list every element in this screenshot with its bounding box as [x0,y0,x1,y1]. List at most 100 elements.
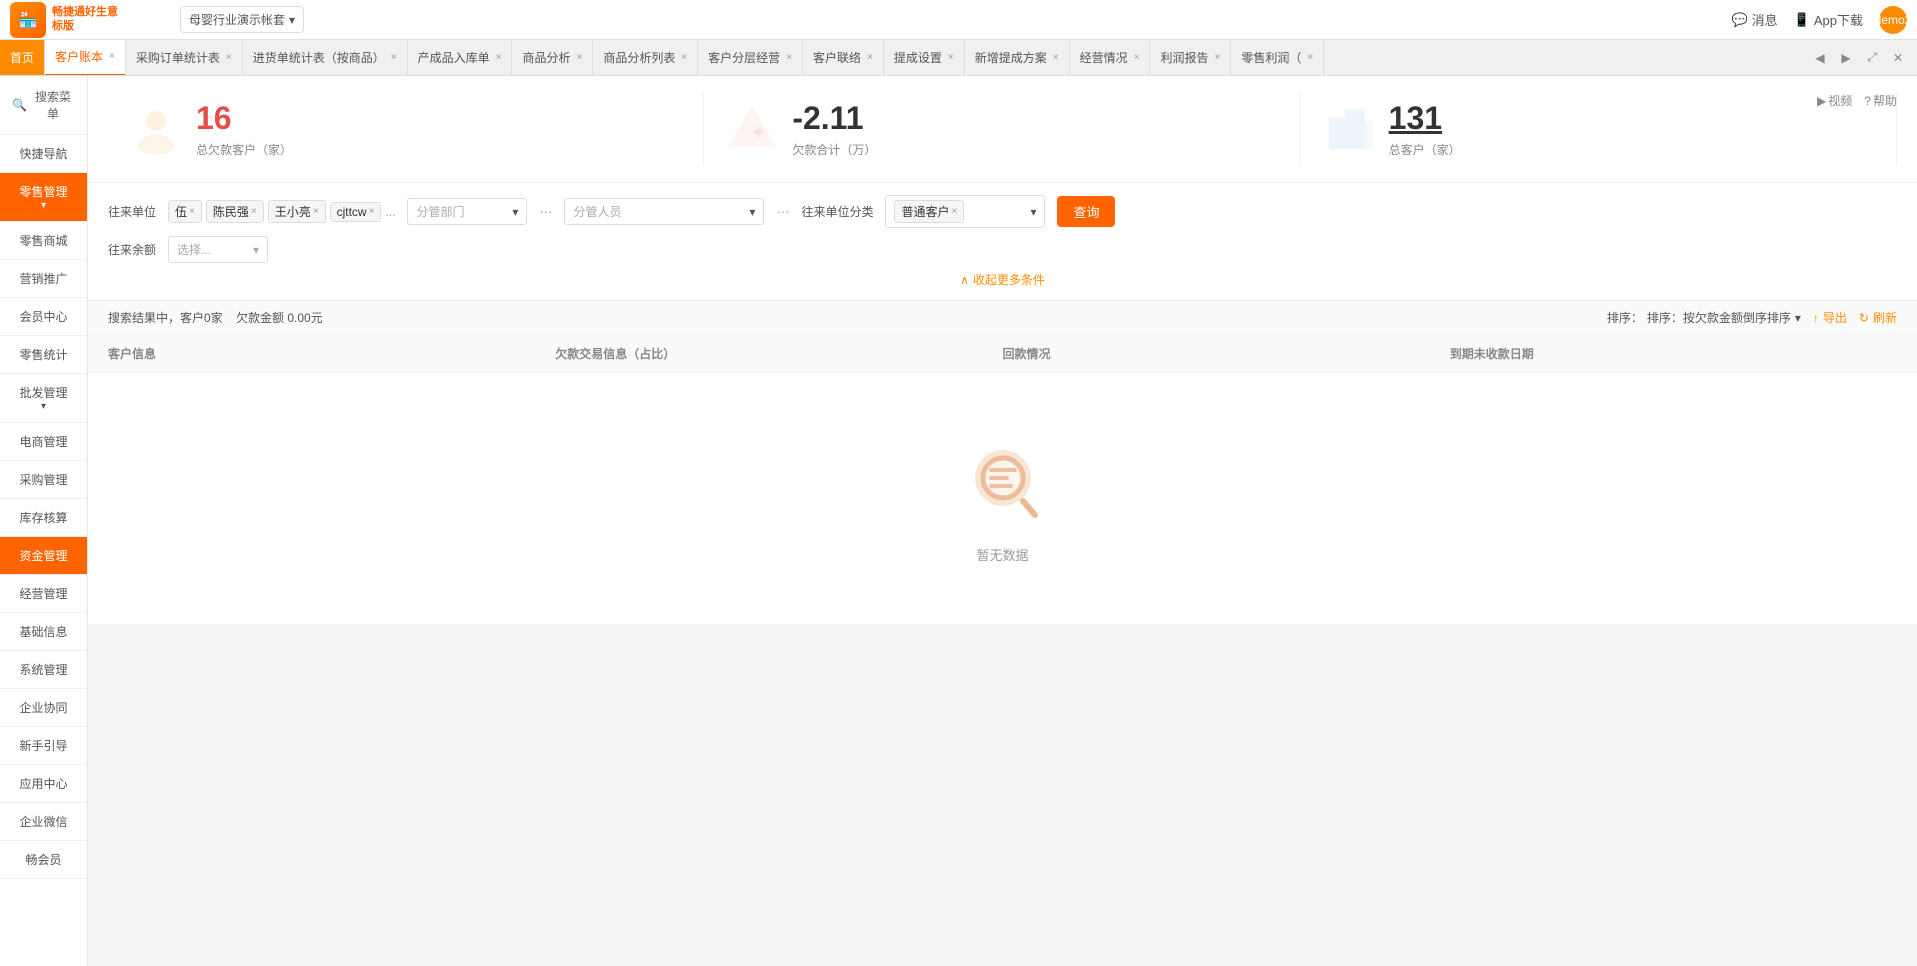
logo-icon: 🏪 [10,2,46,38]
dept-filter-dots[interactable]: ··· [539,204,552,219]
stat-card-customers: 16 总欠款客户（家） [108,92,704,166]
result-actions: 排序： 排序：按欠款金额倒序排序 ▾ ↑ 导出 ↻ 刷新 [1607,309,1897,326]
tab-retail-profit[interactable]: 零售利润（ × [1231,40,1324,76]
sidebar-item-operation[interactable]: 经营管理 [0,575,87,613]
refresh-icon: ↻ [1859,311,1869,325]
tab-close-icon[interactable]: × [226,52,232,63]
tag-close-icon[interactable]: × [189,206,195,217]
empty-text: 暂无数据 [976,545,1028,564]
query-button[interactable]: 查询 [1057,196,1115,227]
message-icon: 💬 [1731,12,1747,28]
tag-close-icon[interactable]: × [313,206,319,217]
category-filter-select[interactable]: 普通客户 × ▾ [885,195,1045,228]
chevron-down-icon: ▾ [289,13,295,27]
tab-scroll-right-button[interactable]: ▶ [1835,47,1857,69]
help-icon: ? [1864,94,1871,108]
export-icon: ↑ [1813,311,1819,325]
building-icon [1321,101,1377,157]
sidebar-item-vip[interactable]: 畅会员 [0,841,87,879]
sidebar-item-retail-stats[interactable]: 零售统计 [0,336,87,374]
tab-profit-report[interactable]: 利润报告 × [1150,40,1231,76]
filter-tag-wu[interactable]: 伍 × [168,200,202,223]
tab-close-icon[interactable]: × [1134,52,1140,63]
message-button[interactable]: 💬 消息 [1731,10,1777,29]
balance-filter-label: 往来余额 [108,241,156,258]
tab-purchase-order[interactable]: 采购订单统计表 × [126,40,243,76]
tab-goods-analysis[interactable]: 商品分析 × [512,40,593,76]
sidebar-item-enterprise[interactable]: 企业协同 [0,689,87,727]
sidebar-item-app-center[interactable]: 应用中心 [0,765,87,803]
sort-select[interactable]: 排序： 排序：按欠款金额倒序排序 ▾ [1607,309,1801,326]
tag-close-icon[interactable]: × [251,206,257,217]
person-filter-select[interactable]: 分管人员 ▾ [564,198,764,225]
col-header-debt: 欠款交易信息（占比） [555,345,1002,362]
search-menu-button[interactable]: 🔍 搜索菜单 [8,84,79,126]
unit-category-label: 往来单位分类 [801,203,873,220]
collapse-filter-button[interactable]: ∧ 收起更多条件 [108,271,1897,288]
avatar[interactable]: demo2 [1879,6,1907,34]
account-selector[interactable]: 母婴行业演示帐套 ▾ [180,6,304,33]
sidebar-item-finance[interactable]: 资金管理 [0,537,87,575]
sidebar-item-ecommerce[interactable]: 电商管理 [0,423,87,461]
tab-bar: 首页 客户账本 × 采购订单统计表 × 进货单统计表（按商品） × 产成品入库单… [0,40,1917,76]
tab-close-icon[interactable]: × [1214,52,1220,63]
sidebar-item-batch[interactable]: 批发管理▾ [0,374,87,423]
tag-close-icon[interactable]: × [369,206,375,217]
tab-close-icon[interactable]: × [576,52,582,63]
empty-state: 暂无数据 [88,373,1917,624]
tab-close-icon[interactable]: × [1053,52,1059,63]
empty-icon [953,433,1053,533]
tab-scroll-left-button[interactable]: ◀ [1809,47,1831,69]
tab-close-all-button[interactable]: ✕ [1887,47,1909,69]
tab-product-in[interactable]: 产成品入库单 × [408,40,513,76]
chevron-down-icon: ▾ [512,205,518,219]
sidebar-item-marketing[interactable]: 营销推广 [0,260,87,298]
help-button[interactable]: ? 帮助 [1864,92,1897,109]
tab-close-icon[interactable]: × [109,51,115,62]
logo-text: 畅捷通好生意 标版 [52,6,118,32]
tab-maximize-button[interactable]: ⤢ [1861,47,1883,69]
unit-filter-label: 往来单位 [108,203,156,220]
tab-promotion-settings[interactable]: 提成设置 × [884,40,965,76]
tab-close-icon[interactable]: × [496,52,502,63]
tab-business[interactable]: 经营情况 × [1070,40,1151,76]
filter-tag-cjttcw[interactable]: cjttcw × [330,202,382,222]
dept-filter-select[interactable]: 分管部门 ▾ [407,198,527,225]
video-button[interactable]: ▶ 视频 [1817,92,1852,109]
sidebar-item-enterprise-wechat[interactable]: 企业微信 [0,803,87,841]
data-table: 客户信息 欠款交易信息（占比） 回款情况 到期未收款日期 [88,335,1917,624]
sidebar-item-newbie[interactable]: 新手引导 [0,727,87,765]
sidebar-item-inventory[interactable]: 库存核算 [0,499,87,537]
sidebar-item-purchase[interactable]: 采购管理 [0,461,87,499]
refresh-button[interactable]: ↻ 刷新 [1859,309,1897,326]
app-download-button[interactable]: 📱 App下载 [1794,10,1863,29]
balance-filter-select[interactable]: 选择... ▾ [168,236,268,263]
sidebar-item-basic-info[interactable]: 基础信息 [0,613,87,651]
tab-close-icon[interactable]: × [681,52,687,63]
filter-tag-wang[interactable]: 王小亮 × [268,200,326,223]
tab-goods-analysis-list[interactable]: 商品分析列表 × [593,40,698,76]
tab-home[interactable]: 首页 [0,40,45,76]
person-filter-dots[interactable]: ··· [776,204,789,219]
export-button[interactable]: ↑ 导出 [1813,309,1847,326]
tab-close-icon[interactable]: × [1307,52,1313,63]
tab-close-icon[interactable]: × [391,52,397,63]
tab-new-promotion[interactable]: 新增提成方案 × [965,40,1070,76]
tab-customer-tier[interactable]: 客户分层经营 × [698,40,803,76]
sidebar-item-quick-nav[interactable]: 快捷导航 [0,135,87,173]
tag-close-icon[interactable]: × [951,206,957,217]
tab-customer-contact[interactable]: 客户联络 × [803,40,884,76]
tab-customer-account[interactable]: 客户账本 × [45,40,126,76]
filter-tag-chen[interactable]: 陈民强 × [206,200,264,223]
filter-tag-category[interactable]: 普通客户 × [894,200,964,223]
sidebar-item-retail-mall[interactable]: 零售商城 [0,222,87,260]
tab-close-icon[interactable]: × [948,52,954,63]
sidebar-item-member[interactable]: 会员中心 [0,298,87,336]
sidebar-item-retail[interactable]: 零售管理 ▾ [0,173,87,222]
tab-purchase-stats[interactable]: 进货单统计表（按商品） × [243,40,408,76]
sidebar-item-system[interactable]: 系统管理 [0,651,87,689]
stat-card-debt: ✦ -2.11 欠款合计（万） [704,92,1300,166]
filter-more-button[interactable]: ... [385,205,395,219]
tab-close-icon[interactable]: × [867,52,873,63]
tab-close-icon[interactable]: × [786,52,792,63]
